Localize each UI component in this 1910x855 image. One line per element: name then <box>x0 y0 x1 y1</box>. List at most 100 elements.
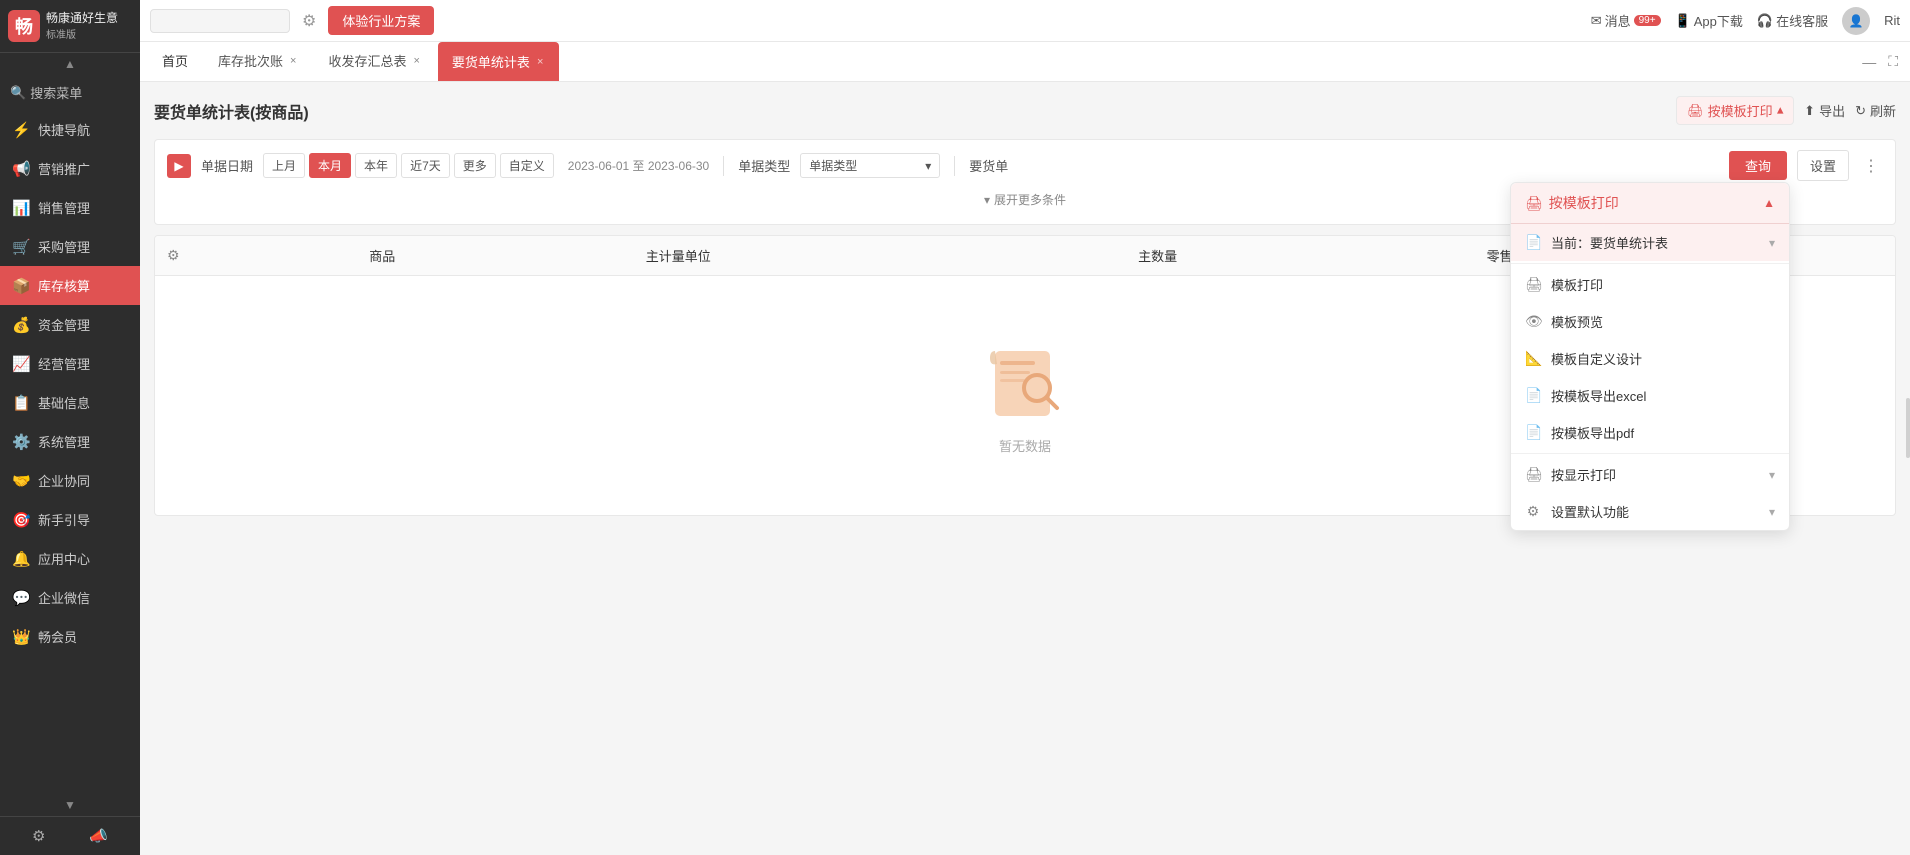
topbar-search-input[interactable] <box>150 9 290 33</box>
date-btn-last-month[interactable]: 上月 <box>263 153 305 178</box>
message-action[interactable]: ✉ 消息 99+ <box>1591 11 1661 30</box>
query-button[interactable]: 查询 <box>1729 151 1787 180</box>
export-pdf-icon: 📄 <box>1525 424 1541 441</box>
sidebar-item-inventory[interactable]: 📦 库存核算 <box>0 266 140 305</box>
filter-expand-icon[interactable]: ▶ <box>167 154 191 178</box>
default-func-icon: ⚙ <box>1525 503 1541 520</box>
purchase-icon: 🛒 <box>12 238 30 256</box>
sidebar-search-label: 搜索菜单 <box>30 83 82 102</box>
sidebar-item-finance[interactable]: 💰 资金管理 <box>0 305 140 344</box>
col-product: 商品 <box>357 236 634 276</box>
tab-order-stats[interactable]: 要货单统计表 × <box>438 42 559 81</box>
doc-type-select[interactable]: 单据类型 ▾ <box>800 153 940 178</box>
operation-icon: 📈 <box>12 355 30 373</box>
settings-button[interactable]: 设置 <box>1797 150 1849 181</box>
page-actions: 🖨 按模板打印 ▾ ⬆ 导出 ↻ 刷新 <box>1676 96 1896 125</box>
topbar-actions: ✉ 消息 99+ 📱 App下载 🎧 在线客服 👤 Rit <box>1591 7 1900 35</box>
col-unit: 主计量单位 <box>634 236 1126 276</box>
template-print-button[interactable]: 🖨 按模板打印 ▾ <box>1676 96 1794 125</box>
date-btn-this-year[interactable]: 本年 <box>355 153 397 178</box>
sidebar-item-purchase[interactable]: 🛒 采购管理 <box>0 227 140 266</box>
more-options-icon[interactable]: ⋮ <box>1859 156 1883 176</box>
date-btn-7days[interactable]: 近7天 <box>401 153 450 178</box>
search-icon: 🔍 <box>10 85 26 101</box>
app-download-action[interactable]: 📱 App下载 <box>1675 11 1743 30</box>
refresh-icon: ↻ <box>1855 103 1866 119</box>
dropdown-header: 🖨 按模板打印 ▲ <box>1511 183 1789 224</box>
template-preview-label: 模板预览 <box>1551 312 1603 331</box>
tab-batch-account[interactable]: 库存批次账 × <box>204 42 312 81</box>
dropdown-template-print[interactable]: 🖨 模板打印 <box>1511 266 1789 303</box>
sidebar-item-operation[interactable]: 📈 经营管理 <box>0 344 140 383</box>
tab-batch-account-label: 库存批次账 <box>218 51 283 70</box>
tab-home[interactable]: 首页 <box>148 42 202 81</box>
tab-receipt-summary-close[interactable]: × <box>411 55 421 67</box>
online-service-label: 在线客服 <box>1776 11 1828 30</box>
dropdown-export-pdf[interactable]: 📄 按模板导出pdf <box>1511 414 1789 451</box>
refresh-button[interactable]: ↻ 刷新 <box>1855 101 1896 120</box>
display-print-label: 按显示打印 <box>1551 465 1616 484</box>
sidebar-item-quick-nav[interactable]: ⚡ 快捷导航 <box>0 110 140 149</box>
date-btn-this-month[interactable]: 本月 <box>309 153 351 178</box>
app-center-icon: 🔔 <box>12 550 30 568</box>
dropdown-template-preview[interactable]: 👁 模板预览 <box>1511 303 1789 340</box>
dropdown-header-right: ▲ <box>1763 196 1775 210</box>
sidebar-item-sales[interactable]: 📊 销售管理 <box>0 188 140 227</box>
expand-more-btn[interactable]: ▾ 展开更多条件 <box>974 187 1076 212</box>
system-icon: ⚙️ <box>12 433 30 451</box>
topbar: ⚙ 体验行业方案 ✉ 消息 99+ 📱 App下载 🎧 在线客服 👤 Rit <box>140 0 1910 42</box>
logo-icon: 畅 <box>8 10 40 42</box>
message-label: 消息 <box>1605 11 1631 30</box>
sidebar-scroll-down[interactable]: ▼ <box>0 794 140 816</box>
export-icon: ⬆ <box>1804 103 1815 119</box>
download-icon: 📱 <box>1675 13 1691 29</box>
page-header: 要货单统计表(按商品) 🖨 按模板打印 ▾ ⬆ 导出 ↻ 刷新 <box>154 96 1896 125</box>
sidebar-item-label: 畅会员 <box>38 627 77 646</box>
sidebar-item-label: 资金管理 <box>38 315 90 334</box>
avatar[interactable]: 👤 <box>1842 7 1870 35</box>
sidebar-item-enterprise-wechat[interactable]: 💬 企业微信 <box>0 578 140 617</box>
sidebar-item-guide[interactable]: 🎯 新手引导 <box>0 500 140 539</box>
online-service-action[interactable]: 🎧 在线客服 <box>1757 11 1828 30</box>
date-btn-more[interactable]: 更多 <box>454 153 496 178</box>
finance-icon: 💰 <box>12 316 30 334</box>
tab-minimize-icon[interactable]: — <box>1858 50 1880 74</box>
filter-divider-2 <box>954 156 955 176</box>
sidebar-search[interactable]: 🔍 搜索菜单 <box>0 75 140 110</box>
tab-receipt-summary[interactable]: 收发存汇总表 × <box>314 42 435 81</box>
sidebar-item-system[interactable]: ⚙️ 系统管理 <box>0 422 140 461</box>
display-print-icon: 🖨 <box>1525 466 1541 483</box>
sidebar-item-marketing[interactable]: 📢 营销推广 <box>0 149 140 188</box>
tab-batch-account-close[interactable]: × <box>288 55 298 67</box>
dropdown-display-print[interactable]: 🖨 按显示打印 ▾ <box>1511 456 1789 493</box>
main-area: ⚙ 体验行业方案 ✉ 消息 99+ 📱 App下载 🎧 在线客服 👤 Rit 首… <box>140 0 1910 855</box>
dropdown-current-template[interactable]: 📄 当前：要货单统计表 ▾ <box>1511 224 1789 261</box>
industry-btn[interactable]: 体验行业方案 <box>328 6 434 35</box>
dropdown-default-func[interactable]: ⚙ 设置默认功能 ▾ <box>1511 493 1789 530</box>
tab-maximize-icon[interactable]: ⛶ <box>1884 49 1902 74</box>
template-print-label: 按模板打印 <box>1708 101 1773 120</box>
template-print-chevron: ▾ <box>1777 103 1784 119</box>
wechat-icon: 💬 <box>12 589 30 607</box>
right-scrollbar[interactable] <box>1906 398 1910 458</box>
date-btn-custom[interactable]: 自定义 <box>500 153 554 178</box>
sidebar-item-label: 新手引导 <box>38 510 90 529</box>
dropdown-close-chevron[interactable]: ▲ <box>1763 196 1775 210</box>
sidebar-item-label: 销售管理 <box>38 198 90 217</box>
logo-text-block: 畅康通好生意 标准版 <box>46 11 118 42</box>
sidebar-item-cooperation[interactable]: 🤝 企业协同 <box>0 461 140 500</box>
sidebar-item-membership[interactable]: 👑 畅会员 <box>0 617 140 656</box>
sidebar-item-app-center[interactable]: 🔔 应用中心 <box>0 539 140 578</box>
speaker-icon[interactable]: 📣 <box>89 827 108 845</box>
export-button[interactable]: ⬆ 导出 <box>1804 101 1845 120</box>
date-range-text: 2023-06-01 至 2023-06-30 <box>568 157 709 174</box>
app-badge: 标准版 <box>46 26 118 41</box>
dropdown-export-excel[interactable]: 📄 按模板导出excel <box>1511 377 1789 414</box>
dropdown-template-custom[interactable]: 📐 模板自定义设计 <box>1511 340 1789 377</box>
settings-icon[interactable]: ⚙ <box>32 827 45 845</box>
sidebar-scroll-up[interactable]: ▲ <box>0 53 140 75</box>
topbar-gear-icon[interactable]: ⚙ <box>298 11 320 31</box>
tab-order-stats-close[interactable]: × <box>535 56 545 68</box>
sidebar-item-basic-info[interactable]: 📋 基础信息 <box>0 383 140 422</box>
table-settings-icon[interactable]: ⚙ <box>167 247 180 263</box>
